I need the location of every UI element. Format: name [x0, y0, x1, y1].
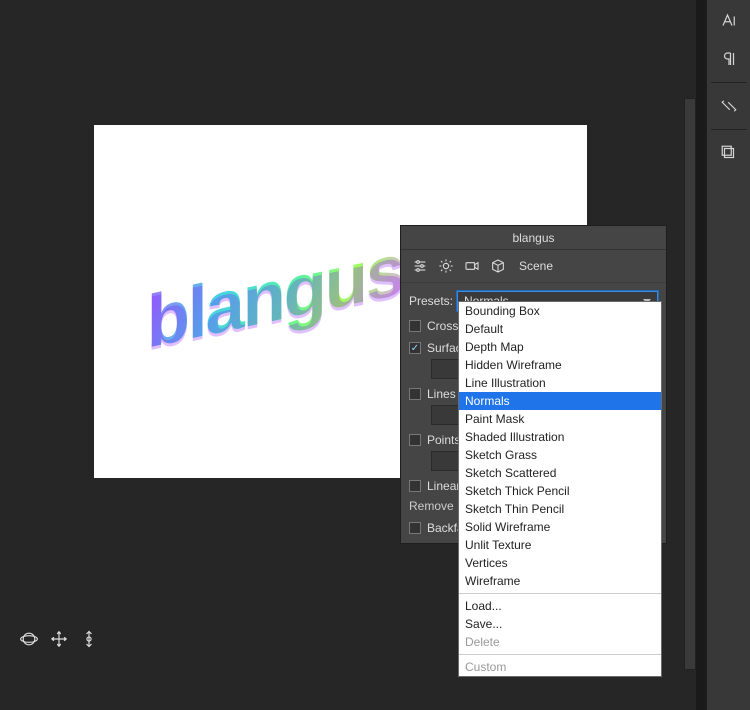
preset-option[interactable]: Paint Mask	[459, 410, 661, 428]
preset-option[interactable]: Sketch Scattered	[459, 464, 661, 482]
orbit-icon[interactable]	[18, 628, 40, 650]
panel-scrollbar[interactable]	[684, 98, 696, 670]
mesh-icon[interactable]	[487, 255, 509, 277]
presets-label: Presets:	[409, 294, 457, 308]
preset-option[interactable]: Normals	[459, 392, 661, 410]
char-styles-icon[interactable]	[711, 4, 747, 38]
dolly-icon[interactable]	[78, 628, 100, 650]
points-label: Points	[427, 433, 460, 447]
preset-option[interactable]: Hidden Wireframe	[459, 356, 661, 374]
preset-option[interactable]: Default	[459, 320, 661, 338]
canvas-3d-tools	[18, 628, 100, 650]
tools-icon[interactable]	[711, 89, 747, 123]
lines-label: Lines	[427, 387, 456, 401]
right-gutter	[696, 0, 706, 710]
preset-load[interactable]: Load...	[459, 597, 661, 615]
light-icon[interactable]	[435, 255, 457, 277]
artboards-icon[interactable]	[711, 136, 747, 170]
preset-option[interactable]: Sketch Thin Pencil	[459, 500, 661, 518]
right-toolbar	[706, 0, 750, 710]
panel-title: blangus	[401, 226, 666, 250]
preset-option[interactable]: Depth Map	[459, 338, 661, 356]
scene-tab[interactable]: Scene	[513, 257, 559, 275]
preset-option[interactable]: Shaded Illustration	[459, 428, 661, 446]
preset-option[interactable]: Wireframe	[459, 572, 661, 590]
preset-option[interactable]: Sketch Grass	[459, 446, 661, 464]
preset-option[interactable]: Line Illustration	[459, 374, 661, 392]
preset-option[interactable]: Bounding Box	[459, 302, 661, 320]
pan-icon[interactable]	[48, 628, 70, 650]
preset-delete: Delete	[459, 633, 661, 651]
preset-custom: Custom	[459, 658, 661, 676]
preset-option[interactable]: Sketch Thick Pencil	[459, 482, 661, 500]
presets-dropdown[interactable]: Bounding BoxDefaultDepth MapHidden Wiref…	[458, 301, 662, 677]
preset-option[interactable]: Solid Wireframe	[459, 518, 661, 536]
preset-option[interactable]: Unlit Texture	[459, 536, 661, 554]
canvas-3d-text[interactable]: blangus	[147, 227, 403, 365]
paragraph-icon[interactable]	[711, 42, 747, 76]
panel-tab-row: Scene	[401, 250, 666, 283]
preset-option[interactable]: Vertices	[459, 554, 661, 572]
preset-save[interactable]: Save...	[459, 615, 661, 633]
settings-icon[interactable]	[409, 255, 431, 277]
camera-icon[interactable]	[461, 255, 483, 277]
